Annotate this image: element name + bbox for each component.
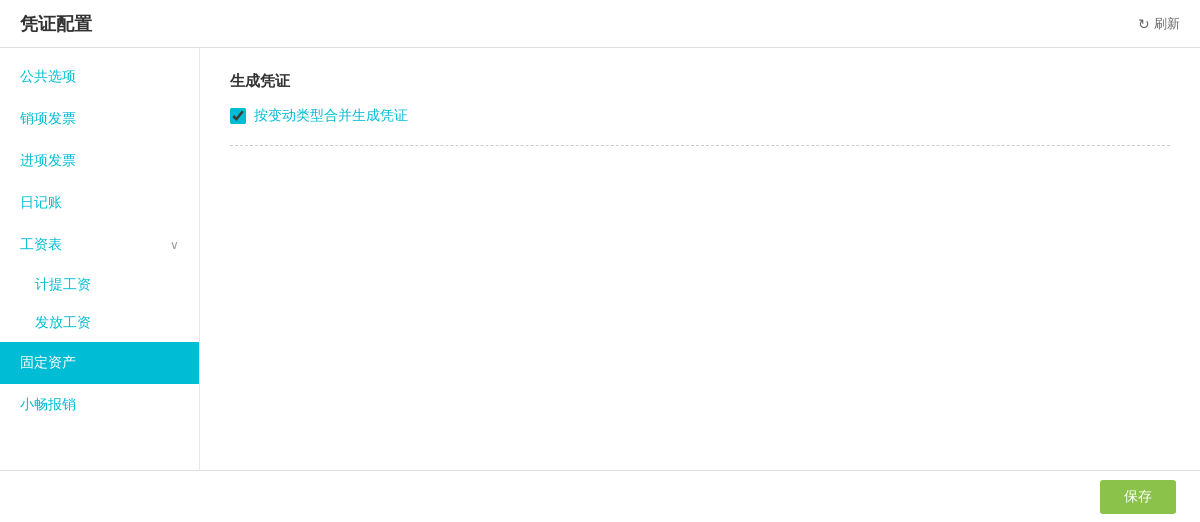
refresh-icon: ↻ (1138, 16, 1150, 32)
sidebar-item-2[interactable]: 进项发票 (0, 140, 199, 182)
sidebar-item-4[interactable]: 工资表 ∨ (0, 224, 199, 266)
checkbox-row: 按变动类型合并生成凭证 (230, 107, 1170, 125)
sidebar-item-8[interactable]: 小畅报销 (0, 384, 199, 426)
refresh-button[interactable]: ↻ 刷新 (1138, 15, 1180, 33)
chevron-down-icon: ∨ (170, 238, 179, 252)
page-title: 凭证配置 (20, 12, 92, 36)
sidebar-item-3[interactable]: 日记账 (0, 182, 199, 224)
refresh-label: 刷新 (1154, 15, 1180, 33)
sidebar-item-7[interactable]: 固定资产 (0, 342, 199, 384)
main-content: 生成凭证 按变动类型合并生成凭证 (200, 48, 1200, 470)
body-area: 公共选项销项发票进项发票日记账工资表 ∨ 计提工资发放工资固定资产小畅报销 生成凭证… (0, 48, 1200, 470)
page-footer: 保存 (0, 470, 1200, 522)
sidebar-item-1[interactable]: 销项发票 (0, 98, 199, 140)
sidebar-sub-item-6[interactable]: 发放工资 (0, 304, 199, 342)
sidebar-sub-item-5[interactable]: 计提工资 (0, 266, 199, 304)
sidebar-item-label-2: 进项发票 (20, 152, 76, 170)
merge-checkbox-label[interactable]: 按变动类型合并生成凭证 (254, 107, 408, 125)
save-button[interactable]: 保存 (1100, 480, 1176, 514)
section-divider (230, 145, 1170, 146)
sidebar-item-label-4: 工资表 (20, 236, 62, 254)
sidebar-item-label-1: 销项发票 (20, 110, 76, 128)
section-title: 生成凭证 (230, 72, 1170, 91)
sidebar-item-label-0: 公共选项 (20, 68, 76, 86)
sidebar: 公共选项销项发票进项发票日记账工资表 ∨ 计提工资发放工资固定资产小畅报销 (0, 48, 200, 470)
page-header: 凭证配置 ↻ 刷新 (0, 0, 1200, 48)
sidebar-item-0[interactable]: 公共选项 (0, 56, 199, 98)
sidebar-item-label-8: 小畅报销 (20, 396, 76, 414)
sidebar-item-label-3: 日记账 (20, 194, 62, 212)
merge-checkbox[interactable] (230, 108, 246, 124)
sidebar-item-label-7: 固定资产 (20, 354, 76, 372)
